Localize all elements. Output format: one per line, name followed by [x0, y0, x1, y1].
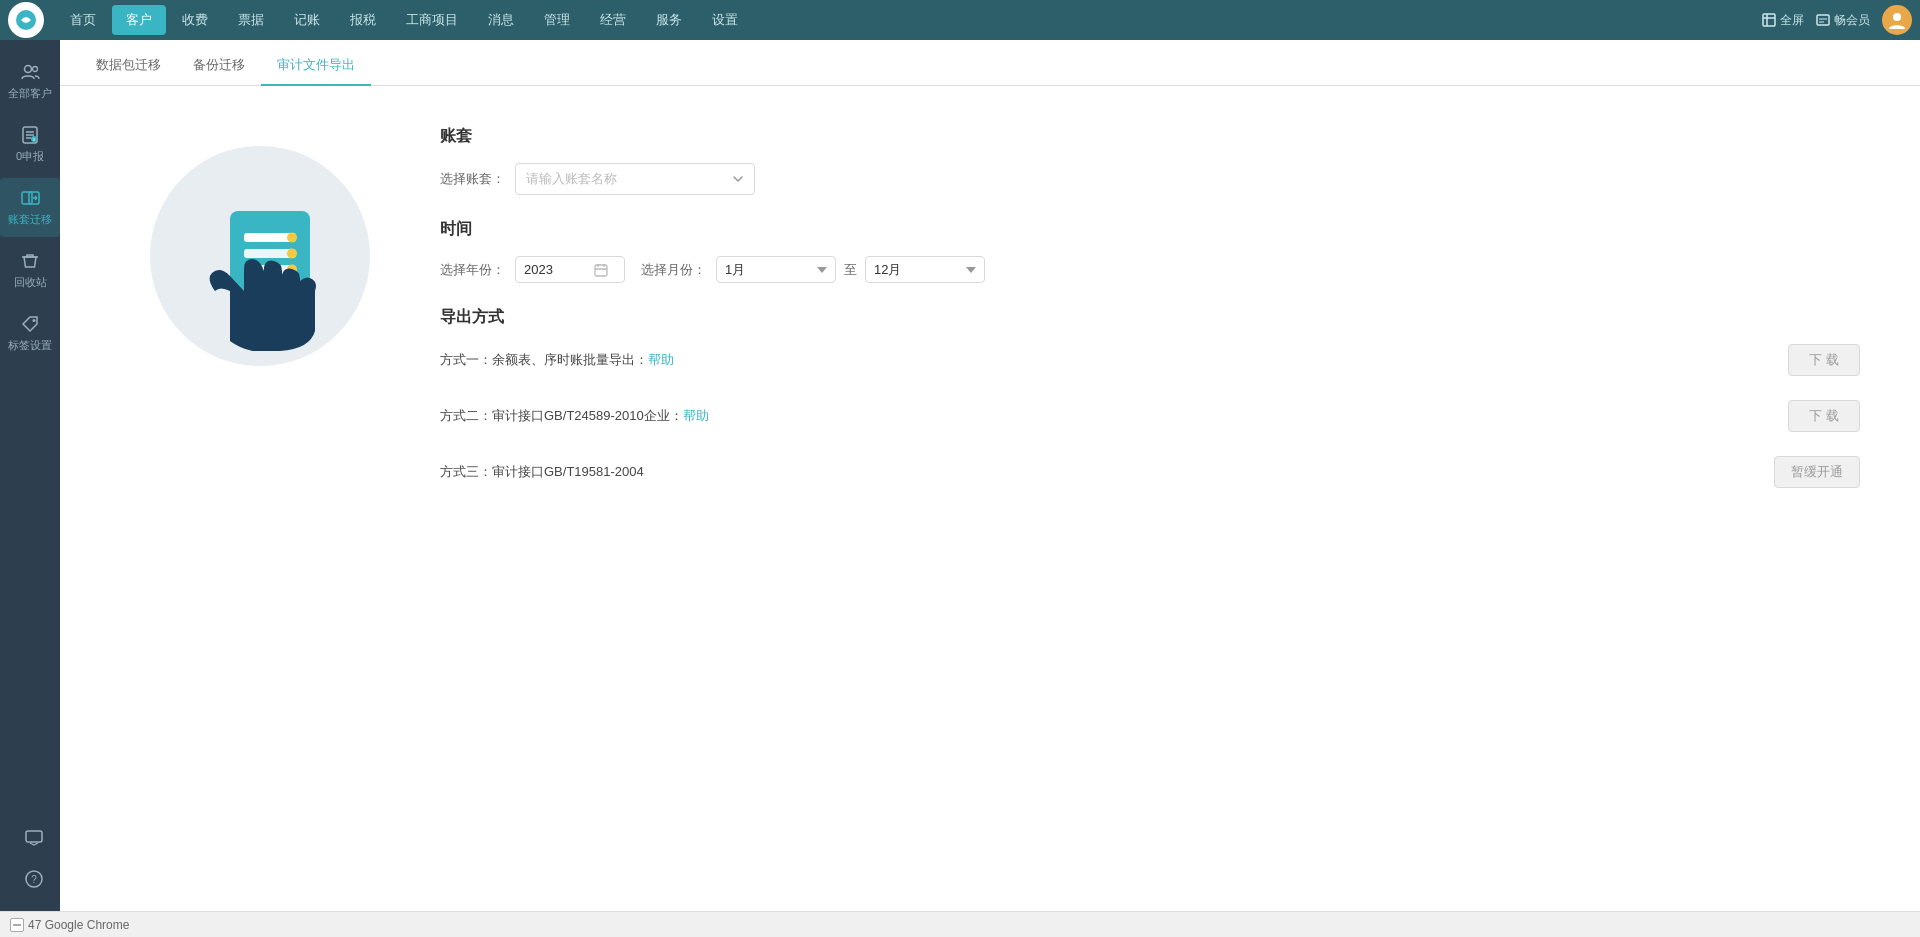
month-to-select[interactable]: 1月2月3月4月 5月6月7月8月 9月10月11月12月	[865, 256, 985, 283]
nav-fee[interactable]: 收费	[168, 5, 222, 35]
time-row: 选择年份： 2023 选择月份： 1月2月3月4月 5月6月7月8月 9月10月…	[440, 256, 1860, 283]
to-text: 至	[844, 261, 857, 279]
sidebar-item-migration[interactable]: 账套迁移	[0, 178, 60, 237]
export-method-3-button[interactable]: 暂缓开通	[1774, 456, 1860, 488]
top-navigation: 首页 客户 收费 票据 记账 报税 工商项目 消息 管理 经营 服务 设置 全屏…	[0, 0, 1920, 40]
nav-settings[interactable]: 设置	[698, 5, 752, 35]
export-method-2-help[interactable]: 帮助	[683, 408, 709, 423]
tab-backup-migration[interactable]: 备份迁移	[177, 46, 261, 86]
export-section-title: 导出方式	[440, 307, 1860, 328]
svg-point-5	[33, 67, 38, 72]
status-bar-text: 47 Google Chrome	[28, 918, 129, 932]
export-method-2-label: 方式二：审计接口GB/T24589-2010企业：	[440, 408, 683, 423]
main-layout: 全部客户 0 0申报 账套迁移 回收站	[0, 40, 1920, 911]
avatar[interactable]	[1882, 5, 1912, 35]
illustration-circle	[150, 146, 370, 366]
account-select-row: 选择账套： 请输入账套名称	[440, 163, 1860, 195]
svg-rect-2	[1817, 15, 1829, 25]
form-area: 账套 选择账套： 请输入账套名称 时间 选择年份： 20	[400, 126, 1860, 871]
svg-point-20	[287, 249, 297, 259]
sidebar: 全部客户 0 0申报 账套迁移 回收站	[0, 40, 60, 911]
nav-operation[interactable]: 经营	[586, 5, 640, 35]
svg-point-4	[25, 66, 32, 73]
status-bar-icon	[10, 918, 24, 932]
svg-rect-12	[26, 831, 42, 842]
export-method-2-desc: 方式二：审计接口GB/T24589-2010企业：帮助	[440, 407, 1788, 425]
nav-manage[interactable]: 管理	[530, 5, 584, 35]
top-nav-right: 全屏 畅会员	[1762, 5, 1912, 35]
nav-tax[interactable]: 报税	[336, 5, 390, 35]
content-area: 数据包迁移 备份迁移 审计文件导出	[60, 40, 1920, 911]
account-placeholder: 请输入账套名称	[526, 170, 617, 188]
svg-point-19	[287, 233, 297, 243]
page-content: 账套 选择账套： 请输入账套名称 时间 选择年份： 20	[60, 86, 1920, 911]
year-label: 选择年份：	[440, 261, 505, 279]
year-input-wrap[interactable]: 2023	[515, 256, 625, 283]
sidebar-item-declaration[interactable]: 0 0申报	[0, 115, 60, 174]
svg-point-3	[1893, 13, 1901, 21]
sidebar-item-trash[interactable]: 回收站	[0, 241, 60, 300]
tab-bar: 数据包迁移 备份迁移 审计文件导出	[60, 40, 1920, 86]
export-method-1-help[interactable]: 帮助	[648, 352, 674, 367]
svg-point-11	[33, 319, 36, 322]
export-method-1-row: 方式一：余额表、序时账批量导出：帮助 下 载	[440, 344, 1860, 376]
nav-bookkeeping[interactable]: 记账	[280, 5, 334, 35]
account-select-label: 选择账套：	[440, 170, 505, 188]
year-input[interactable]: 2023	[524, 262, 594, 277]
export-method-1-label: 方式一：余额表、序时账批量导出：	[440, 352, 648, 367]
fullscreen-button[interactable]: 全屏	[1762, 12, 1804, 29]
illustration-area	[120, 126, 400, 871]
export-method-2-row: 方式二：审计接口GB/T24589-2010企业：帮助 下 载	[440, 400, 1860, 432]
export-method-3-row: 方式三：审计接口GB/T19581-2004 暂缓开通	[440, 456, 1860, 488]
tab-audit-export[interactable]: 审计文件导出	[261, 46, 371, 86]
svg-rect-23	[595, 265, 607, 276]
nav-service[interactable]: 服务	[642, 5, 696, 35]
sidebar-item-all-clients[interactable]: 全部客户	[0, 52, 60, 111]
nav-message[interactable]: 消息	[474, 5, 528, 35]
app-logo[interactable]	[8, 2, 44, 38]
sidebar-item-help[interactable]: ?	[14, 859, 54, 899]
nav-home[interactable]: 首页	[56, 5, 110, 35]
export-method-2-button[interactable]: 下 载	[1788, 400, 1860, 432]
status-bar: 47 Google Chrome	[0, 911, 1920, 937]
export-method-3-desc: 方式三：审计接口GB/T19581-2004	[440, 463, 1774, 481]
sidebar-item-message-bottom[interactable]	[14, 817, 54, 857]
svg-text:?: ?	[31, 874, 37, 885]
nav-menu: 首页 客户 收费 票据 记账 报税 工商项目 消息 管理 经营 服务 设置	[56, 5, 1762, 35]
month-from-select[interactable]: 1月2月3月4月 5月6月7月8月 9月10月11月12月	[716, 256, 836, 283]
svg-rect-1	[1763, 14, 1775, 26]
month-label: 选择月份：	[641, 261, 706, 279]
account-select-input[interactable]: 请输入账套名称	[515, 163, 755, 195]
svg-rect-24	[13, 924, 21, 926]
sidebar-bottom: ?	[10, 815, 50, 901]
sidebar-item-tag[interactable]: 标签设置	[0, 304, 60, 363]
export-method-1-desc: 方式一：余额表、序时账批量导出：帮助	[440, 351, 1788, 369]
nav-commerce[interactable]: 工商项目	[392, 5, 472, 35]
nav-invoice[interactable]: 票据	[224, 5, 278, 35]
member-button[interactable]: 畅会员	[1816, 12, 1870, 29]
nav-client[interactable]: 客户	[112, 5, 166, 35]
tab-data-migration[interactable]: 数据包迁移	[80, 46, 177, 86]
time-section-title: 时间	[440, 219, 1860, 240]
export-method-1-button[interactable]: 下 载	[1788, 344, 1860, 376]
svg-rect-9	[22, 192, 32, 204]
export-method-3-label: 方式三：审计接口GB/T19581-2004	[440, 464, 644, 479]
account-section-title: 账套	[440, 126, 1860, 147]
